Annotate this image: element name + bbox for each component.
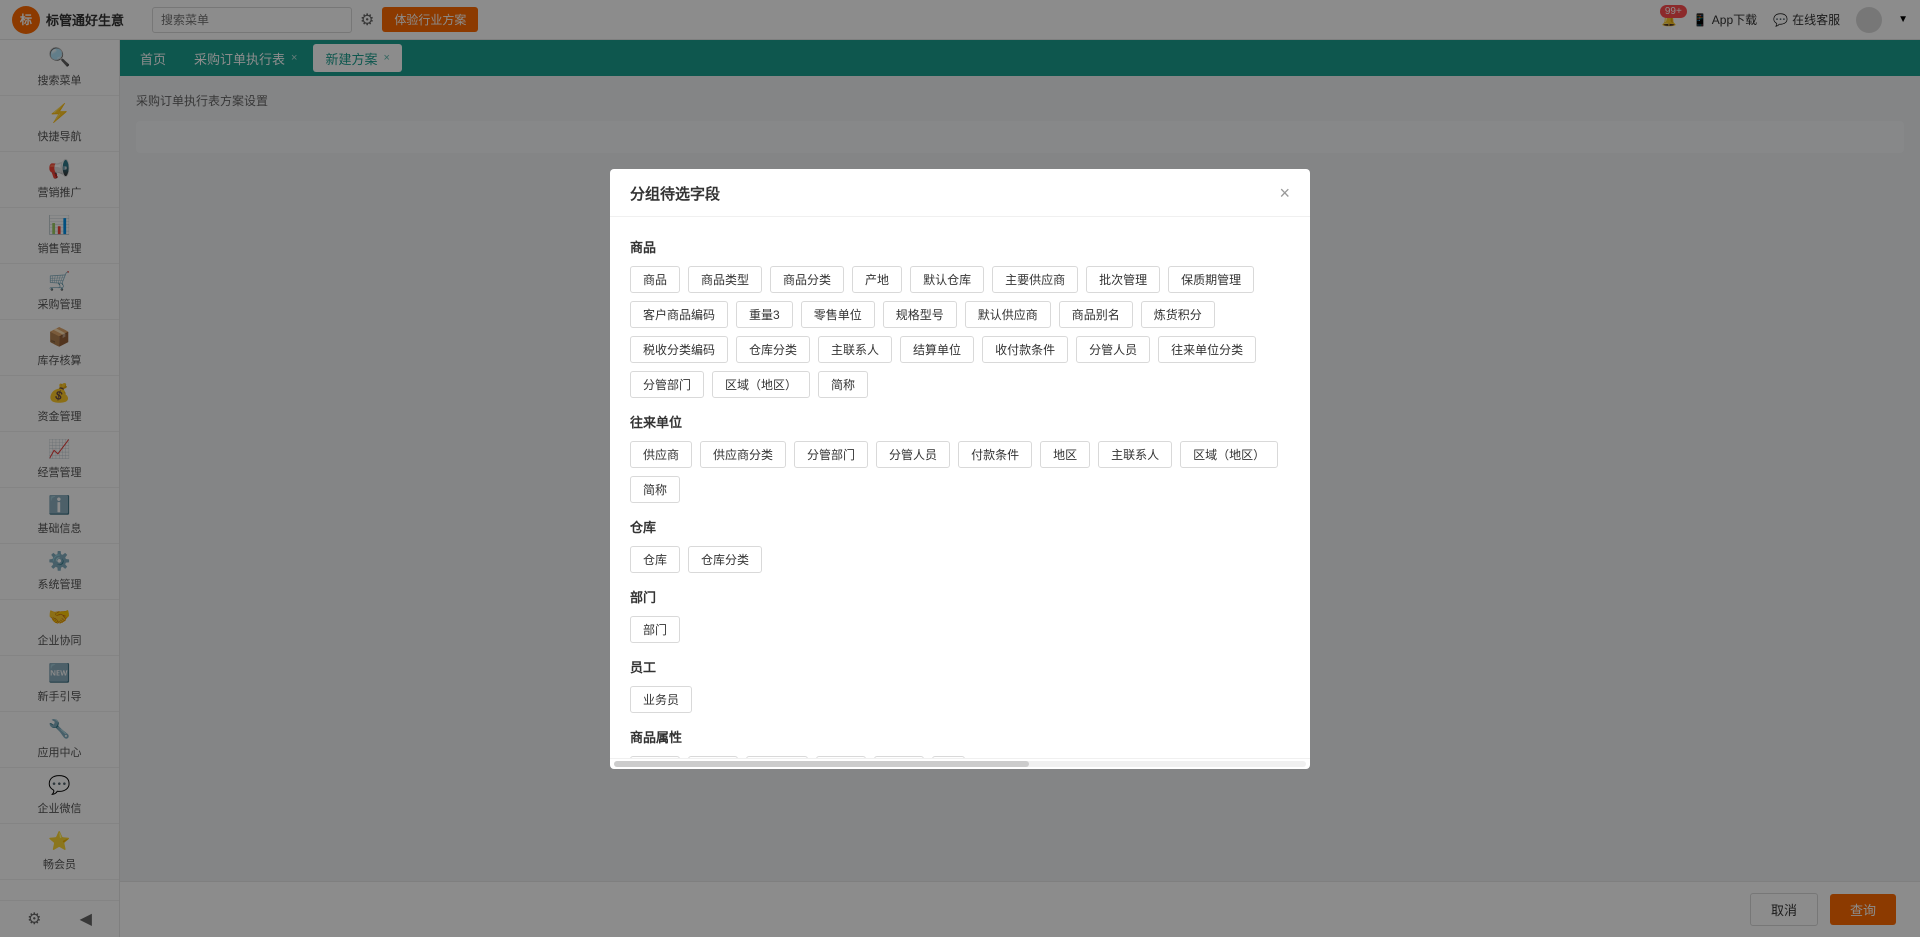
- employee-tags: 业务员: [630, 686, 1290, 713]
- tag-main-contact[interactable]: 主联系人: [818, 336, 892, 363]
- tag-origin[interactable]: 产地: [852, 266, 902, 293]
- tag-product-category[interactable]: 商品分类: [770, 266, 844, 293]
- tag-product-alias[interactable]: 商品别名: [1059, 301, 1133, 328]
- tag-weight3[interactable]: 重量3: [736, 301, 793, 328]
- tag-abbr2[interactable]: 简称: [630, 476, 680, 503]
- tag-supplier-category[interactable]: 供应商分类: [700, 441, 786, 468]
- tag-region2[interactable]: 区域（地区）: [1180, 441, 1278, 468]
- tag-main-contact2[interactable]: 主联系人: [1098, 441, 1172, 468]
- section-product-attr: 商品属性 属性 颜色 多规格 尺码 鞋码 1: [630, 727, 1290, 759]
- tag-partner-category[interactable]: 往来单位分类: [1158, 336, 1256, 363]
- tag-warehouse-category[interactable]: 仓库分类: [736, 336, 810, 363]
- section-product-title: 商品: [630, 237, 1290, 256]
- section-dept-title: 部门: [630, 587, 1290, 606]
- section-warehouse: 仓库 仓库 仓库分类: [630, 517, 1290, 573]
- tag-manager[interactable]: 分管人员: [1076, 336, 1150, 363]
- tag-partner-manager[interactable]: 分管人员: [876, 441, 950, 468]
- section-employee-title: 员工: [630, 657, 1290, 676]
- section-warehouse-title: 仓库: [630, 517, 1290, 536]
- dept-tags: 部门: [630, 616, 1290, 643]
- modal-title: 分组待选字段: [630, 183, 720, 204]
- hscroll-thumb: [614, 761, 1029, 767]
- tag-refine-points[interactable]: 炼货积分: [1141, 301, 1215, 328]
- tag-retail-unit[interactable]: 零售单位: [801, 301, 875, 328]
- tag-area[interactable]: 地区: [1040, 441, 1090, 468]
- modal-overlay: 分组待选字段 × 商品 商品 商品类型 商品分类 产地 默认仓库 主要供应商 批…: [0, 0, 1920, 937]
- modal-header: 分组待选字段 ×: [610, 169, 1310, 217]
- partner-tags: 供应商 供应商分类 分管部门 分管人员 付款条件 地区 主联系人 区域（地区） …: [630, 441, 1290, 503]
- tag-batch-mgmt[interactable]: 批次管理: [1086, 266, 1160, 293]
- tag-customer-code[interactable]: 客户商品编码: [630, 301, 728, 328]
- hscroll-track: [614, 761, 1306, 767]
- section-product: 商品 商品 商品类型 商品分类 产地 默认仓库 主要供应商 批次管理 保质期管理…: [630, 237, 1290, 398]
- tag-default-warehouse[interactable]: 默认仓库: [910, 266, 984, 293]
- section-partner-title: 往来单位: [630, 412, 1290, 431]
- tag-payment-terms[interactable]: 收付款条件: [982, 336, 1068, 363]
- tag-default-supplier[interactable]: 默认供应商: [965, 301, 1051, 328]
- section-partner: 往来单位 供应商 供应商分类 分管部门 分管人员 付款条件 地区 主联系人 区域…: [630, 412, 1290, 503]
- tag-payment-cond[interactable]: 付款条件: [958, 441, 1032, 468]
- tag-product-type[interactable]: 商品类型: [688, 266, 762, 293]
- tag-main-supplier[interactable]: 主要供应商: [992, 266, 1078, 293]
- tag-supplier[interactable]: 供应商: [630, 441, 692, 468]
- section-product-attr-title: 商品属性: [630, 727, 1290, 746]
- modal-hscroll[interactable]: [610, 758, 1310, 768]
- warehouse-tags: 仓库 仓库分类: [630, 546, 1290, 573]
- tag-spec-model[interactable]: 规格型号: [883, 301, 957, 328]
- tag-region[interactable]: 区域（地区）: [712, 371, 810, 398]
- tag-dept-mgr[interactable]: 分管部门: [630, 371, 704, 398]
- tag-partner-dept[interactable]: 分管部门: [794, 441, 868, 468]
- section-dept: 部门 部门: [630, 587, 1290, 643]
- tag-settlement-unit[interactable]: 结算单位: [900, 336, 974, 363]
- tag-salesperson[interactable]: 业务员: [630, 686, 692, 713]
- modal-body[interactable]: 商品 商品 商品类型 商品分类 产地 默认仓库 主要供应商 批次管理 保质期管理…: [610, 217, 1310, 759]
- tag-warehouse-cat[interactable]: 仓库分类: [688, 546, 762, 573]
- tag-product[interactable]: 商品: [630, 266, 680, 293]
- tag-dept[interactable]: 部门: [630, 616, 680, 643]
- tag-warehouse[interactable]: 仓库: [630, 546, 680, 573]
- section-employee: 员工 业务员: [630, 657, 1290, 713]
- modal-dialog: 分组待选字段 × 商品 商品 商品类型 商品分类 产地 默认仓库 主要供应商 批…: [610, 169, 1310, 769]
- tag-abbr[interactable]: 简称: [818, 371, 868, 398]
- modal-close-button[interactable]: ×: [1279, 183, 1290, 204]
- product-tags: 商品 商品类型 商品分类 产地 默认仓库 主要供应商 批次管理 保质期管理 客户…: [630, 266, 1290, 398]
- tag-expiry-mgmt[interactable]: 保质期管理: [1168, 266, 1254, 293]
- tag-tax-code[interactable]: 税收分类编码: [630, 336, 728, 363]
